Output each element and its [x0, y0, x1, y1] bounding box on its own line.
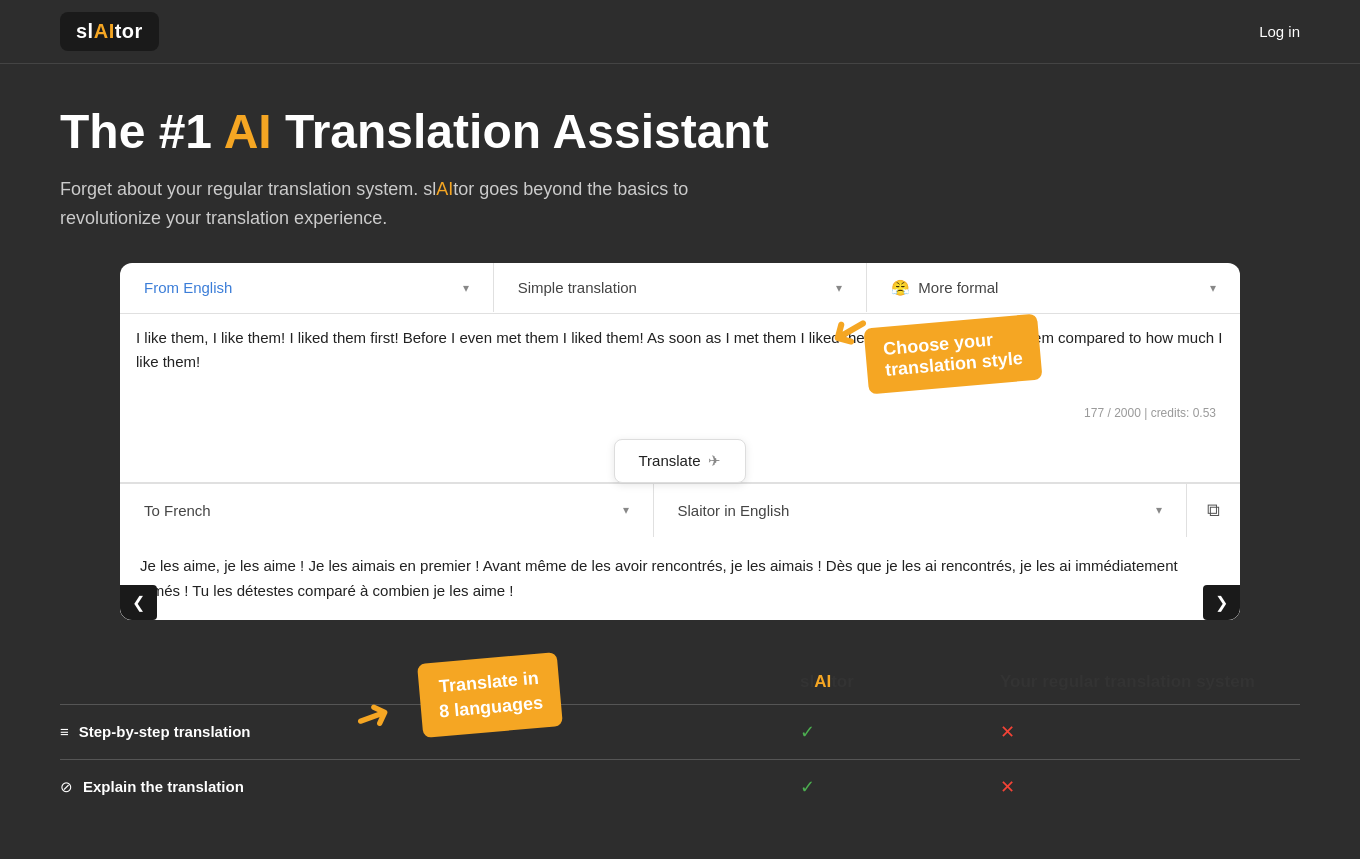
comparison-feature-col: [60, 672, 800, 692]
credits-label: credits: 0.53: [1151, 406, 1216, 420]
cross-icon: ✕: [1000, 777, 1015, 797]
style-select[interactable]: Simple translation ▾: [494, 263, 868, 312]
char-count-value: 177 / 2000: [1084, 406, 1141, 420]
from-language-select[interactable]: From English ▾: [120, 263, 494, 312]
hero-title-suffix: Translation Assistant: [272, 105, 769, 158]
comparison-section: slAItor Your regular translation system …: [60, 660, 1300, 854]
translator-wrapper: Choose yourtranslation style ➜ Translate…: [60, 263, 1300, 620]
logo-tor: tor: [115, 20, 143, 42]
source-text-area-wrap: 177 / 2000 | credits: 0.53: [120, 314, 1240, 440]
check-icon: ✓: [800, 777, 815, 797]
hero-title-prefix: The #1: [60, 105, 224, 158]
output-row: To French ▾ Slaitor in English ▾ ⧉: [120, 483, 1240, 537]
translate-button[interactable]: Translate ✈: [614, 439, 747, 483]
hero-subtitle-prefix: Forget about your regular translation sy…: [60, 179, 436, 199]
slaitor-language-label: Slaitor in English: [678, 502, 790, 519]
hero-subtitle-ai: AI: [436, 179, 453, 199]
feature-label-explain: ⊘ Explain the translation: [60, 778, 800, 796]
tone-select[interactable]: 😤 More formal ▾: [867, 263, 1240, 313]
table-row: ⊘ Explain the translation ✓ ✕: [60, 759, 1300, 814]
tone-chevron-icon: ▾: [1210, 281, 1216, 295]
step-icon: ≡: [60, 723, 69, 740]
comparison-regular-col: Your regular translation system: [1000, 672, 1300, 692]
hero-title: The #1 AI Translation Assistant: [60, 104, 1300, 159]
step-label: Step-by-step translation: [79, 723, 251, 740]
to-language-chevron-icon: ▾: [623, 503, 629, 517]
explain-label: Explain the translation: [83, 778, 244, 795]
send-icon: ✈: [708, 452, 721, 470]
nav-next-button[interactable]: ❯: [1203, 585, 1240, 620]
login-button[interactable]: Log in: [1259, 23, 1300, 40]
translator-output: To French ▾ Slaitor in English ▾ ⧉ Je le…: [120, 482, 1240, 620]
tone-emoji: 😤: [891, 279, 910, 297]
cross-icon: ✕: [1000, 722, 1015, 742]
translator-card: From English ▾ Simple translation ▾ 😤 Mo…: [120, 263, 1240, 620]
to-language-select[interactable]: To French ▾: [120, 484, 654, 537]
feature-label-step: ≡ Step-by-step translation: [60, 723, 800, 740]
col-slaitor-ai: AI: [814, 672, 831, 691]
tone-label: More formal: [918, 279, 998, 296]
source-text-input[interactable]: [136, 326, 1224, 398]
step-regular-check: ✕: [1000, 721, 1300, 743]
logo[interactable]: slAItor: [60, 12, 159, 51]
explain-regular-check: ✕: [1000, 776, 1300, 798]
output-selects: To French ▾ Slaitor in English ▾: [120, 484, 1186, 537]
hero-subtitle: Forget about your regular translation sy…: [60, 175, 760, 233]
col-slaitor-prefix: sl: [800, 672, 814, 691]
hero-section: The #1 AI Translation Assistant Forget a…: [0, 64, 1360, 263]
style-label: Simple translation: [518, 279, 637, 296]
explain-slaitor-check: ✓: [800, 776, 1000, 798]
copy-icon: ⧉: [1207, 500, 1220, 520]
copy-button[interactable]: ⧉: [1186, 484, 1240, 537]
comparison-header: slAItor Your regular translation system: [60, 660, 1300, 704]
output-text: Je les aime, je les aime ! Je les aimais…: [120, 537, 1240, 620]
slaitor-language-chevron-icon: ▾: [1156, 503, 1162, 517]
table-row: ≡ Step-by-step translation ✓ ✕: [60, 704, 1300, 759]
translator-top-bar: From English ▾ Simple translation ▾ 😤 Mo…: [120, 263, 1240, 314]
slaitor-language-select[interactable]: Slaitor in English ▾: [654, 484, 1187, 537]
from-language-label: From English: [144, 279, 232, 296]
char-count: 177 / 2000 | credits: 0.53: [136, 402, 1224, 428]
step-slaitor-check: ✓: [800, 721, 1000, 743]
logo-ai: AI: [94, 20, 115, 42]
header: slAItor Log in: [0, 0, 1360, 64]
check-icon: ✓: [800, 722, 815, 742]
to-language-label: To French: [144, 502, 211, 519]
nav-prev-button[interactable]: ❮: [120, 585, 157, 620]
hero-title-ai: AI: [224, 105, 272, 158]
translate-button-wrap: Translate ✈: [120, 439, 1240, 483]
from-language-chevron-icon: ▾: [463, 281, 469, 295]
logo-sl: sl: [76, 20, 94, 42]
style-chevron-icon: ▾: [836, 281, 842, 295]
col-slaitor-suffix: tor: [831, 672, 854, 691]
translate-label: Translate: [639, 452, 701, 469]
explain-icon: ⊘: [60, 778, 73, 796]
comparison-slaitor-col: slAItor: [800, 672, 1000, 692]
